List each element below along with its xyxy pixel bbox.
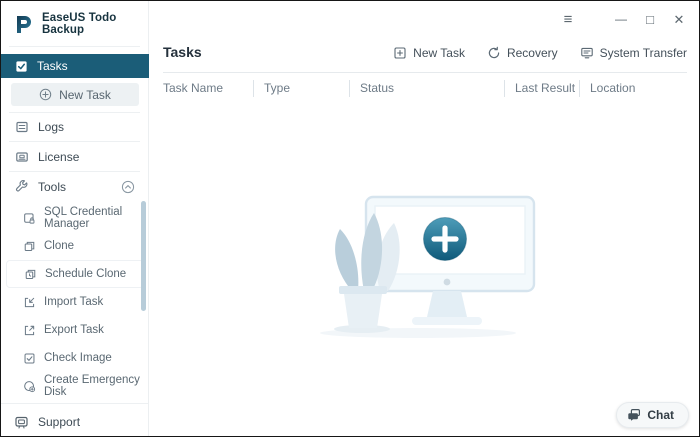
recovery-action-button[interactable]: Recovery xyxy=(487,46,558,60)
check-image-icon xyxy=(23,352,36,365)
sidebar-item-label: Clone xyxy=(44,240,75,252)
sidebar-item-tasks[interactable]: Tasks xyxy=(1,54,149,78)
action-label: System Transfer xyxy=(599,46,687,60)
tools-icon xyxy=(15,180,29,194)
import-task-icon xyxy=(23,296,36,309)
new-task-button-label: New Task xyxy=(59,87,111,102)
chat-button[interactable]: Chat xyxy=(616,402,689,428)
sidebar-item-label: Import Task xyxy=(44,296,104,308)
tasks-icon xyxy=(15,60,28,73)
page-title: Tasks xyxy=(163,44,202,60)
sidebar-scrollbar[interactable] xyxy=(141,201,146,311)
new-task-action-button[interactable]: New Task xyxy=(393,46,465,60)
empty-state-illustration xyxy=(149,191,699,343)
sidebar-item-label: Create Emergency Disk xyxy=(44,374,140,398)
sidebar-item-schedule-clone[interactable]: Schedule Clone xyxy=(6,260,144,288)
sidebar-item-label: Support xyxy=(38,415,81,429)
app-window: EaseUS Todo Backup Tasks New Task Logs L… xyxy=(0,0,700,437)
license-icon xyxy=(15,150,29,164)
window-controls: ≡ — □ ✕ xyxy=(560,10,687,28)
main-panel: ≡ — □ ✕ Tasks New Task Recovery System T… xyxy=(149,1,699,436)
sidebar-new-task-button[interactable]: New Task xyxy=(11,83,139,106)
chat-button-label: Chat xyxy=(647,408,674,422)
task-table-header: Task Name Type Status Last Result Locati… xyxy=(149,73,699,103)
action-label: New Task xyxy=(413,46,465,60)
sidebar-item-label: Schedule Clone xyxy=(45,268,127,280)
add-task-plus-button[interactable] xyxy=(423,217,467,261)
column-header-last-result[interactable]: Last Result xyxy=(504,79,579,97)
clone-icon xyxy=(23,240,36,253)
toolbar-actions: New Task Recovery System Transfer xyxy=(393,46,687,60)
schedule-clone-icon xyxy=(24,268,37,281)
sidebar-item-export-task[interactable]: Export Task xyxy=(1,316,149,344)
recovery-icon xyxy=(487,46,501,60)
column-header-status[interactable]: Status xyxy=(349,79,504,97)
sidebar-item-sql-credential-manager[interactable]: SQL Credential Manager xyxy=(1,204,149,232)
easeus-logo-icon xyxy=(13,14,34,35)
sidebar-item-label: Tools xyxy=(38,180,67,194)
emergency-disk-icon xyxy=(23,380,36,393)
sidebar-item-license[interactable]: License xyxy=(1,145,149,169)
sidebar-item-label: SQL Credential Manager xyxy=(44,206,123,230)
column-header-task-name[interactable]: Task Name xyxy=(149,80,253,97)
sidebar-item-support[interactable]: Support xyxy=(1,409,149,435)
chevron-up-icon[interactable] xyxy=(121,180,135,194)
plant-graphic xyxy=(334,213,400,333)
maximize-icon[interactable]: □ xyxy=(642,10,658,28)
app-title: EaseUS Todo Backup xyxy=(42,12,117,36)
sidebar-item-label: Logs xyxy=(38,120,65,134)
sidebar-item-import-task[interactable]: Import Task xyxy=(1,288,149,316)
sidebar: EaseUS Todo Backup Tasks New Task Logs L… xyxy=(1,1,149,436)
app-logo: EaseUS Todo Backup xyxy=(13,10,148,38)
sidebar-item-tools[interactable]: Tools xyxy=(1,175,149,199)
system-transfer-icon xyxy=(580,46,594,60)
divider xyxy=(9,141,140,142)
sidebar-item-label: Check Image xyxy=(44,352,112,364)
divider xyxy=(9,46,140,47)
action-label: Recovery xyxy=(506,46,558,60)
sql-credential-icon xyxy=(23,212,36,225)
minimize-icon[interactable]: — xyxy=(613,10,629,28)
column-header-type[interactable]: Type xyxy=(253,79,349,97)
support-icon xyxy=(14,415,29,430)
menu-icon[interactable]: ≡ xyxy=(560,10,576,28)
sidebar-item-clone[interactable]: Clone xyxy=(1,232,149,260)
export-task-icon xyxy=(23,324,36,337)
close-icon[interactable]: ✕ xyxy=(671,10,687,28)
tools-submenu: SQL Credential Manager Clone Schedule Cl… xyxy=(1,204,149,400)
plus-circle-icon xyxy=(39,88,52,101)
sidebar-item-label: Export Task xyxy=(44,324,104,336)
sidebar-item-logs[interactable]: Logs xyxy=(1,115,149,139)
logs-icon xyxy=(15,120,29,134)
divider xyxy=(9,171,140,172)
divider xyxy=(1,403,148,404)
column-header-location[interactable]: Location xyxy=(579,79,699,97)
chat-icon xyxy=(627,408,641,422)
sidebar-item-create-emergency-disk[interactable]: Create Emergency Disk xyxy=(1,372,149,400)
new-task-icon xyxy=(393,46,407,60)
divider xyxy=(9,112,140,113)
system-transfer-action-button[interactable]: System Transfer xyxy=(580,46,687,60)
sidebar-item-label: Tasks xyxy=(37,59,68,73)
sidebar-item-label: License xyxy=(38,150,80,164)
sidebar-item-check-image[interactable]: Check Image xyxy=(1,344,149,372)
